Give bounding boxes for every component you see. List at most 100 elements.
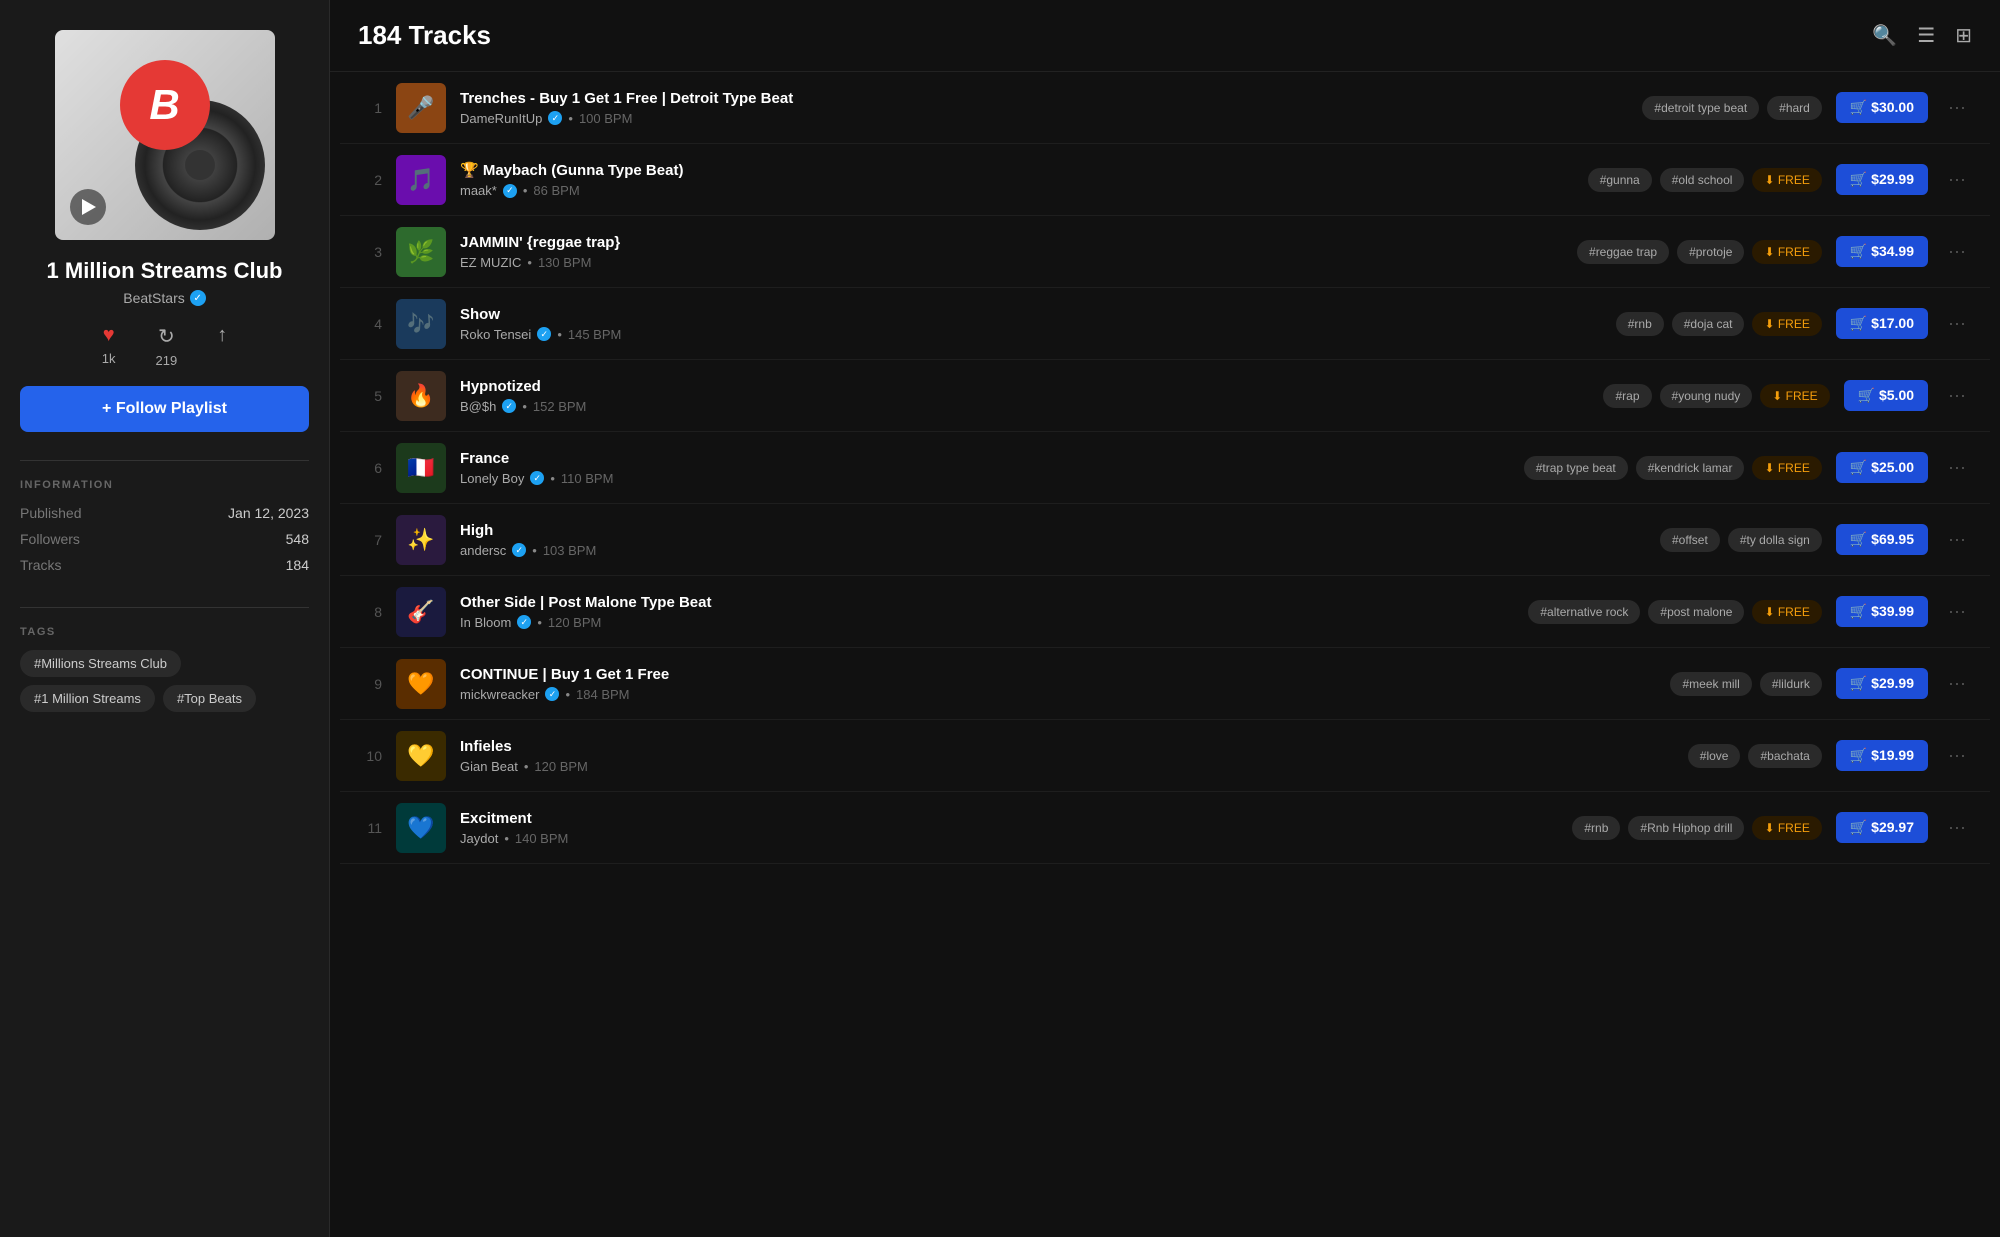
table-row[interactable]: 2🎵🏆 Maybach (Gunna Type Beat)maak*✓•86 B… — [340, 144, 1990, 216]
track-artist: Jaydot — [460, 831, 498, 846]
buy-button[interactable]: 🛒 $29.97 — [1836, 812, 1928, 843]
free-tag: ⬇ FREE — [1752, 600, 1821, 624]
followers-value: 548 — [286, 531, 309, 547]
more-options-icon[interactable]: ··· — [1942, 669, 1972, 698]
more-options-icon[interactable]: ··· — [1942, 381, 1972, 410]
stats-row: ♥ 1k ↻ 219 ↑ — [102, 324, 227, 368]
buy-button[interactable]: 🛒 $17.00 — [1836, 308, 1928, 339]
track-bpm: 152 BPM — [533, 399, 586, 414]
track-tag[interactable]: #meek mill — [1670, 672, 1751, 696]
table-row[interactable]: 11💙ExcitmentJaydot•140 BPM#rnb#Rnb Hipho… — [340, 792, 1990, 864]
track-number: 4 — [358, 316, 382, 332]
buy-button[interactable]: 🛒 $25.00 — [1836, 452, 1928, 483]
grid-icon[interactable]: ⊞ — [1955, 23, 1972, 48]
table-row[interactable]: 3🌿JAMMIN' {reggae trap}EZ MUZIC•130 BPM#… — [340, 216, 1990, 288]
track-tag[interactable]: #young nudy — [1660, 384, 1753, 408]
more-options-icon[interactable]: ··· — [1942, 597, 1972, 626]
track-name: 🏆 Maybach (Gunna Type Beat) — [460, 161, 1574, 179]
track-tag[interactable]: #detroit type beat — [1642, 96, 1759, 120]
buy-button[interactable]: 🛒 $29.99 — [1836, 668, 1928, 699]
track-tag[interactable]: #alternative rock — [1528, 600, 1640, 624]
track-tag[interactable]: #rnb — [1572, 816, 1620, 840]
track-tags: #detroit type beat #hard — [1642, 96, 1821, 120]
track-tag[interactable]: #rnb — [1616, 312, 1664, 336]
table-row[interactable]: 4🎶ShowRoko Tensei✓•145 BPM#rnb#doja cat⬇… — [340, 288, 1990, 360]
track-tags: #trap type beat#kendrick lamar⬇ FREE — [1524, 456, 1822, 480]
more-options-icon[interactable]: ··· — [1942, 813, 1972, 842]
verified-icon: ✓ — [512, 543, 526, 557]
more-options-icon[interactable]: ··· — [1942, 525, 1972, 554]
menu-icon[interactable]: ☰ — [1917, 23, 1935, 48]
buy-button[interactable]: 🛒 $69.95 — [1836, 524, 1928, 555]
track-number: 10 — [358, 748, 382, 764]
tag-chip[interactable]: #Millions Streams Club — [20, 650, 181, 677]
share-stat[interactable]: ↑ — [217, 324, 227, 368]
track-tag[interactable]: #Rnb Hiphop drill — [1628, 816, 1744, 840]
buy-button[interactable]: 🛒 $30.00 — [1836, 92, 1928, 123]
table-row[interactable]: 10💛InfielesGian Beat•120 BPM#love#bachat… — [340, 720, 1990, 792]
track-tag[interactable]: #old school — [1660, 168, 1745, 192]
track-tag[interactable]: #offset — [1660, 528, 1720, 552]
more-options-icon[interactable]: ··· — [1942, 93, 1972, 122]
buy-button[interactable]: 🛒 $34.99 — [1836, 236, 1928, 267]
heart-icon: ♥ — [103, 324, 115, 347]
tag-chip[interactable]: #1 Million Streams — [20, 685, 155, 712]
more-options-icon[interactable]: ··· — [1942, 237, 1972, 266]
track-tag[interactable]: #trap type beat — [1524, 456, 1628, 480]
divider-2 — [20, 607, 309, 608]
tag-chip[interactable]: #Top Beats — [163, 685, 256, 712]
track-tag[interactable]: #reggae trap — [1577, 240, 1669, 264]
follow-playlist-button[interactable]: + Follow Playlist — [20, 386, 309, 432]
track-bpm: 103 BPM — [543, 543, 596, 558]
track-tag[interactable]: #rap — [1603, 384, 1651, 408]
more-options-icon[interactable]: ··· — [1942, 309, 1972, 338]
track-number: 3 — [358, 244, 382, 260]
more-options-icon[interactable]: ··· — [1942, 453, 1972, 482]
play-button[interactable] — [70, 189, 106, 225]
free-tag: ⬇ FREE — [1752, 816, 1821, 840]
track-name: Excitment — [460, 810, 1558, 827]
track-meta: DameRunItUp✓•100 BPM — [460, 111, 1628, 126]
track-tag[interactable]: #love — [1688, 744, 1741, 768]
author-name: BeatStars — [123, 290, 184, 306]
track-artist: EZ MUZIC — [460, 255, 521, 270]
table-row[interactable]: 1🎤Trenches - Buy 1 Get 1 Free | Detroit … — [340, 72, 1990, 144]
table-row[interactable]: 7✨Highandersc✓•103 BPM#offset#ty dolla s… — [340, 504, 1990, 576]
track-number: 2 — [358, 172, 382, 188]
track-name: Infieles — [460, 738, 1674, 755]
tags-label: TAGS — [20, 626, 309, 638]
track-bpm: 120 BPM — [534, 759, 587, 774]
table-row[interactable]: 6🇫🇷FranceLonely Boy✓•110 BPM#trap type b… — [340, 432, 1990, 504]
search-icon[interactable]: 🔍 — [1872, 23, 1897, 48]
verified-icon: ✓ — [517, 615, 531, 629]
track-tag[interactable]: #protoje — [1677, 240, 1744, 264]
track-tags: #offset #ty dolla sign — [1660, 528, 1822, 552]
buy-button[interactable]: 🛒 $19.99 — [1836, 740, 1928, 771]
track-tag[interactable]: #kendrick lamar — [1636, 456, 1745, 480]
table-row[interactable]: 9🧡CONTINUE | Buy 1 Get 1 Freemickwreacke… — [340, 648, 1990, 720]
reposts-stat[interactable]: ↻ 219 — [156, 324, 178, 368]
track-bpm: 140 BPM — [515, 831, 568, 846]
track-tag[interactable]: #gunna — [1588, 168, 1652, 192]
track-tag[interactable]: #doja cat — [1672, 312, 1745, 336]
more-options-icon[interactable]: ··· — [1942, 741, 1972, 770]
buy-button[interactable]: 🛒 $5.00 — [1844, 380, 1928, 411]
likes-stat[interactable]: ♥ 1k — [102, 324, 116, 368]
track-tags: #rap#young nudy⬇ FREE — [1603, 384, 1829, 408]
track-tag[interactable]: #ty dolla sign — [1728, 528, 1822, 552]
track-tag[interactable]: #bachata — [1748, 744, 1821, 768]
buy-button[interactable]: 🛒 $29.99 — [1836, 164, 1928, 195]
track-tag[interactable]: #lildurk — [1760, 672, 1822, 696]
track-tag[interactable]: #hard — [1767, 96, 1822, 120]
track-bpm: 130 BPM — [538, 255, 591, 270]
table-row[interactable]: 8🎸Other Side | Post Malone Type BeatIn B… — [340, 576, 1990, 648]
track-tag[interactable]: #post malone — [1648, 600, 1744, 624]
verified-badge: ✓ — [190, 290, 206, 306]
more-options-icon[interactable]: ··· — [1942, 165, 1972, 194]
track-number: 5 — [358, 388, 382, 404]
table-row[interactable]: 5🔥HypnotizedB@$h✓•152 BPM#rap#young nudy… — [340, 360, 1990, 432]
track-number: 9 — [358, 676, 382, 692]
buy-button[interactable]: 🛒 $39.99 — [1836, 596, 1928, 627]
track-info: FranceLonely Boy✓•110 BPM — [460, 450, 1510, 486]
info-label: INFORMATION — [20, 479, 309, 491]
